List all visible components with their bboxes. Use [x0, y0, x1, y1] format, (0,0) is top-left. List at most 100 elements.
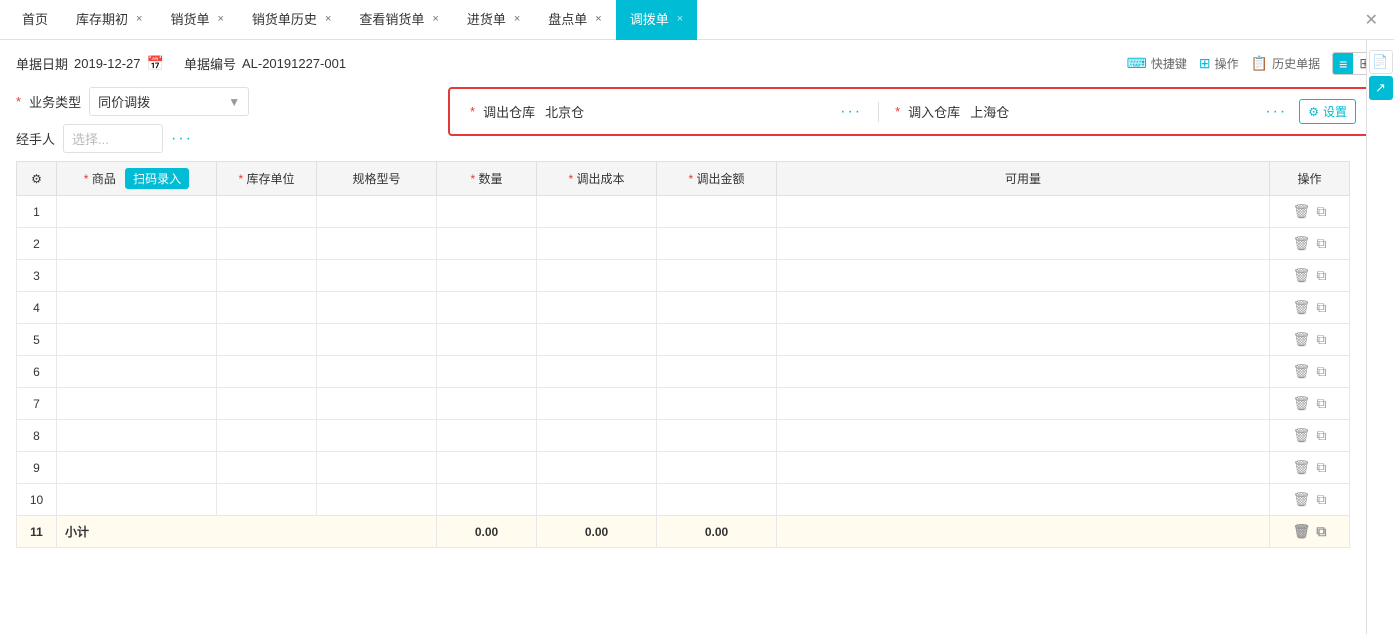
row-spec[interactable] — [317, 452, 437, 484]
row-copy-icon[interactable]: ⧉ — [1316, 395, 1326, 412]
tab-inventory-check[interactable]: 盘点单 × — [534, 0, 615, 40]
row-spec[interactable] — [317, 324, 437, 356]
row-delete-icon[interactable]: 🗑 — [1293, 235, 1311, 252]
row-amount[interactable] — [657, 484, 777, 516]
row-delete-icon[interactable]: 🗑 — [1293, 459, 1311, 476]
tab-home[interactable]: 首页 — [8, 0, 62, 40]
subtotal-delete-icon[interactable]: 🗑 — [1293, 523, 1311, 540]
row-spec[interactable] — [317, 228, 437, 260]
row-cost[interactable] — [537, 356, 657, 388]
row-available[interactable] — [777, 324, 1270, 356]
tab-sales-order[interactable]: 销货单 × — [156, 0, 237, 40]
row-cost[interactable] — [537, 452, 657, 484]
settings-button[interactable]: ⚙ 设置 — [1299, 99, 1356, 124]
row-delete-icon[interactable]: 🗑 — [1293, 395, 1311, 412]
row-copy-icon[interactable]: ⧉ — [1316, 331, 1326, 348]
row-cost[interactable] — [537, 196, 657, 228]
row-spec[interactable] — [317, 356, 437, 388]
tab-view-sales-close[interactable]: × — [432, 13, 438, 25]
row-available[interactable] — [777, 356, 1270, 388]
row-available[interactable] — [777, 388, 1270, 420]
row-product[interactable] — [57, 420, 217, 452]
row-qty[interactable] — [437, 292, 537, 324]
row-copy-icon[interactable]: ⧉ — [1316, 491, 1326, 508]
row-delete-icon[interactable]: 🗑 — [1293, 299, 1311, 316]
tab-purchase-order-close[interactable]: × — [514, 13, 520, 25]
row-qty[interactable] — [437, 356, 537, 388]
row-product[interactable] — [57, 228, 217, 260]
row-unit[interactable] — [217, 260, 317, 292]
handler-more-icon[interactable]: ··· — [171, 130, 193, 148]
shortcut-btn[interactable]: ⌨ 快捷键 — [1127, 55, 1187, 72]
tab-inventory-init[interactable]: 库存期初 × — [62, 0, 156, 40]
row-cost[interactable] — [537, 260, 657, 292]
in-warehouse-more[interactable]: ··· — [1265, 103, 1287, 121]
row-delete-icon[interactable]: 🗑 — [1293, 427, 1311, 444]
tab-bar-close-button[interactable]: ✕ — [1357, 10, 1386, 30]
row-amount[interactable] — [657, 196, 777, 228]
tab-sales-history-close[interactable]: × — [325, 13, 331, 25]
handler-select[interactable]: 选择... — [63, 124, 163, 153]
row-cost[interactable] — [537, 388, 657, 420]
scan-entry-button[interactable]: 扫码录入 — [125, 168, 189, 189]
row-available[interactable] — [777, 292, 1270, 324]
row-delete-icon[interactable]: 🗑 — [1293, 491, 1311, 508]
row-cost[interactable] — [537, 484, 657, 516]
row-cost[interactable] — [537, 228, 657, 260]
row-cost[interactable] — [537, 292, 657, 324]
row-qty[interactable] — [437, 324, 537, 356]
row-spec[interactable] — [317, 484, 437, 516]
row-unit[interactable] — [217, 228, 317, 260]
row-spec[interactable] — [317, 292, 437, 324]
right-panel-doc-btn[interactable]: 📄 — [1369, 50, 1393, 74]
out-warehouse-more[interactable]: ··· — [840, 103, 862, 121]
row-spec[interactable] — [317, 420, 437, 452]
subtotal-copy-icon[interactable]: ⧉ — [1316, 523, 1326, 540]
tab-transfer-order[interactable]: 调拨单 × — [616, 0, 697, 40]
row-qty[interactable] — [437, 260, 537, 292]
row-amount[interactable] — [657, 260, 777, 292]
history-btn[interactable]: 📋 历史单据 — [1251, 55, 1320, 72]
row-unit[interactable] — [217, 324, 317, 356]
row-spec[interactable] — [317, 196, 437, 228]
view-list-btn[interactable]: ≡ — [1333, 53, 1353, 74]
row-unit[interactable] — [217, 420, 317, 452]
row-delete-icon[interactable]: 🗑 — [1293, 267, 1311, 284]
row-spec[interactable] — [317, 388, 437, 420]
row-unit[interactable] — [217, 196, 317, 228]
row-product[interactable] — [57, 324, 217, 356]
business-type-select[interactable]: 同价调拨 ▼ — [89, 87, 249, 116]
row-available[interactable] — [777, 260, 1270, 292]
row-delete-icon[interactable]: 🗑 — [1293, 331, 1311, 348]
row-product[interactable] — [57, 292, 217, 324]
row-amount[interactable] — [657, 452, 777, 484]
row-amount[interactable] — [657, 292, 777, 324]
row-available[interactable] — [777, 484, 1270, 516]
row-qty[interactable] — [437, 452, 537, 484]
right-panel-export-btn[interactable]: ↗ — [1369, 76, 1393, 100]
row-qty[interactable] — [437, 228, 537, 260]
tab-view-sales[interactable]: 查看销货单 × — [345, 0, 452, 40]
row-amount[interactable] — [657, 356, 777, 388]
row-delete-icon[interactable]: 🗑 — [1293, 203, 1311, 220]
row-copy-icon[interactable]: ⧉ — [1316, 267, 1326, 284]
row-spec[interactable] — [317, 260, 437, 292]
row-copy-icon[interactable]: ⧉ — [1316, 299, 1326, 316]
row-copy-icon[interactable]: ⧉ — [1316, 427, 1326, 444]
tab-purchase-order[interactable]: 进货单 × — [453, 0, 534, 40]
tab-inventory-check-close[interactable]: × — [595, 13, 601, 25]
row-cost[interactable] — [537, 420, 657, 452]
row-copy-icon[interactable]: ⧉ — [1316, 363, 1326, 380]
tab-sales-history[interactable]: 销货单历史 × — [238, 0, 345, 40]
row-qty[interactable] — [437, 420, 537, 452]
row-copy-icon[interactable]: ⧉ — [1316, 235, 1326, 252]
row-delete-icon[interactable]: 🗑 — [1293, 363, 1311, 380]
row-cost[interactable] — [537, 324, 657, 356]
row-available[interactable] — [777, 196, 1270, 228]
row-product[interactable] — [57, 388, 217, 420]
row-copy-icon[interactable]: ⧉ — [1316, 203, 1326, 220]
row-available[interactable] — [777, 228, 1270, 260]
calendar-icon[interactable]: 📅 — [147, 55, 164, 72]
row-unit[interactable] — [217, 484, 317, 516]
th-settings[interactable]: ⚙ — [17, 162, 57, 196]
